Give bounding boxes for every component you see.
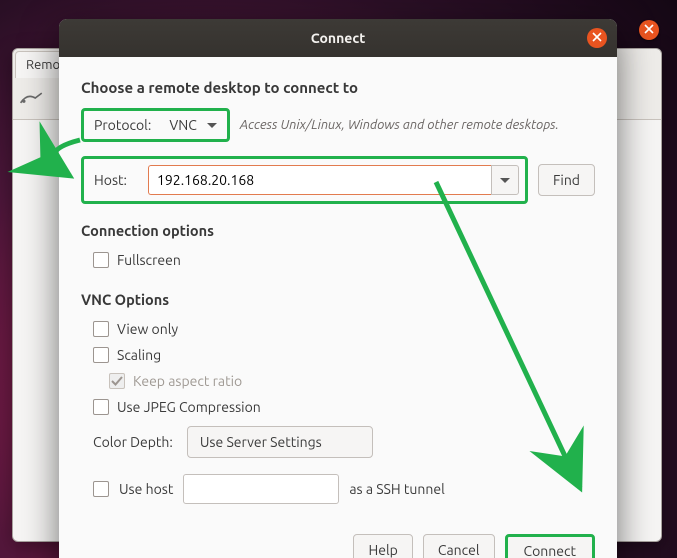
dialog-close-button[interactable] (587, 28, 607, 48)
dialog-button-bar: Help Cancel Connect (81, 510, 595, 558)
desktop-background: Remo Connect Choose a remote desktop to … (0, 0, 677, 558)
scaling-label: Scaling (117, 347, 161, 363)
keep-aspect-checkbox (109, 373, 125, 389)
usehost-checkbox[interactable] (93, 481, 109, 497)
ssh-row: Use host as a SSH tunnel (81, 464, 595, 510)
close-icon (592, 32, 602, 45)
protocol-hint: Access Unix/Linux, Windows and other rem… (240, 118, 559, 132)
host-highlight: Host: (81, 156, 528, 204)
ssh-suffix-label: as a SSH tunnel (349, 481, 444, 497)
vnc-options-title: VNC Options (81, 291, 595, 308)
help-button[interactable]: Help (353, 534, 412, 558)
color-depth-select[interactable]: Use Server Settings (187, 426, 373, 458)
dialog-title: Connect (311, 30, 366, 46)
usehost-label: Use host (119, 481, 173, 497)
protocol-label: Protocol: (94, 117, 151, 133)
host-row: Host: Find (81, 156, 595, 204)
ssh-host-input[interactable] (183, 474, 339, 504)
viewonly-checkbox[interactable] (93, 321, 109, 337)
host-history-dropdown[interactable] (491, 165, 519, 195)
jpeg-checkbox[interactable] (93, 399, 109, 415)
host-label: Host: (94, 172, 134, 188)
color-depth-value: Use Server Settings (200, 434, 322, 450)
color-depth-row: Color Depth: Use Server Settings (81, 420, 595, 464)
protocol-dropdown[interactable]: VNC (159, 112, 220, 138)
host-input-wrap (148, 165, 519, 195)
dialog-content: Choose a remote desktop to connect to Pr… (59, 57, 617, 558)
fullscreen-checkbox[interactable] (93, 252, 109, 268)
chevron-down-icon (207, 123, 217, 128)
jpeg-row: Use JPEG Compression (81, 394, 595, 420)
host-input[interactable] (148, 165, 491, 195)
dialog-titlebar: Connect (59, 19, 617, 57)
connect-button[interactable]: Connect (505, 534, 596, 558)
keep-aspect-label: Keep aspect ratio (133, 373, 242, 389)
keep-aspect-row: Keep aspect ratio (81, 368, 595, 394)
close-icon (644, 24, 654, 37)
jpeg-label: Use JPEG Compression (117, 399, 261, 415)
fullscreen-label: Fullscreen (117, 252, 181, 268)
protocol-value: VNC (169, 117, 196, 133)
dialog-heading: Choose a remote desktop to connect to (81, 79, 595, 96)
connection-options-title: Connection options (81, 222, 595, 239)
scaling-checkbox[interactable] (93, 347, 109, 363)
cancel-button[interactable]: Cancel (423, 534, 495, 558)
connect-dialog: Connect Choose a remote desktop to conne… (59, 19, 617, 558)
protocol-row: Protocol: VNC Access Unix/Linux, Windows… (81, 108, 595, 142)
viewonly-label: View only (117, 321, 178, 337)
fullscreen-row: Fullscreen (81, 247, 595, 273)
protocol-selector-highlight: Protocol: VNC (81, 108, 230, 142)
viewonly-row: View only (81, 316, 595, 342)
scaling-row: Scaling (81, 342, 595, 368)
color-depth-label: Color Depth: (93, 434, 173, 450)
remote-viewer-tab-label: Remo (26, 58, 60, 72)
chevron-down-icon (500, 178, 510, 183)
app-icon (19, 87, 45, 112)
window-close-button[interactable] (639, 20, 659, 40)
find-button[interactable]: Find (538, 164, 595, 196)
